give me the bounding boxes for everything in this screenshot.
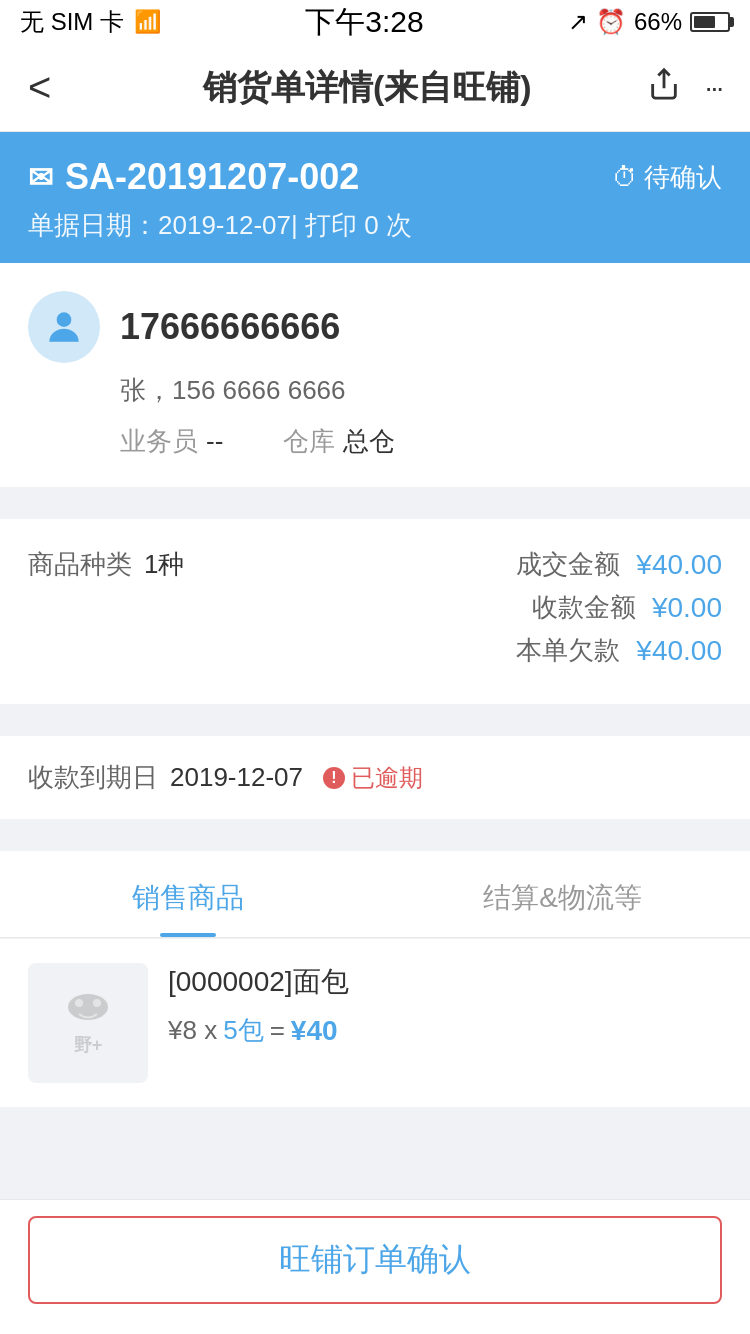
goods-types-container: 商品种类 1种 — [28, 547, 184, 582]
customer-phone: 17666666666 — [120, 306, 340, 348]
svg-point-1 — [57, 312, 72, 327]
order-icon: ✉ — [28, 160, 53, 195]
overdue-badge: ! 已逾期 — [323, 762, 423, 794]
status-left: 无 SIM 卡 📶 — [20, 6, 161, 38]
svg-point-3 — [75, 999, 83, 1007]
svg-point-4 — [93, 999, 101, 1007]
received-amount-value: ¥0.00 — [652, 592, 722, 624]
product-total: ¥40 — [291, 1015, 338, 1047]
tabs-row: 销售商品 结算&物流等 — [0, 851, 750, 938]
product-item: 野+ [0000002]面包 ¥8 x 5包 = ¥40 — [28, 963, 722, 1083]
status-bar: 无 SIM 卡 📶 下午3:28 ↗ ⏰ 66% — [0, 0, 750, 44]
status-right: ↗ ⏰ 66% — [568, 8, 730, 36]
nav-bar: < 销货单详情(来自旺铺) ··· — [0, 44, 750, 132]
salesperson-value: -- — [206, 426, 223, 457]
due-date-value: 2019-12-07 — [170, 762, 303, 793]
order-header: ✉ SA-20191207-002 ⏱ 待确认 单据日期：2019-12-07|… — [0, 132, 750, 263]
wifi-icon: 📶 — [134, 9, 161, 35]
product-name: [0000002]面包 — [168, 963, 722, 1001]
tabs-section: 销售商品 结算&物流等 — [0, 851, 750, 938]
svg-point-2 — [68, 994, 108, 1020]
battery-label: 66% — [634, 8, 682, 36]
amounts-container: 成交金额 ¥40.00 收款金额 ¥0.00 本单欠款 ¥40.00 — [516, 547, 722, 676]
customer-row: 17666666666 — [28, 291, 722, 363]
confirm-wangpu-button[interactable]: 旺铺订单确认 — [28, 1216, 722, 1304]
owed-amount-row: 本单欠款 ¥40.00 — [516, 633, 722, 668]
tab-sales-goods[interactable]: 销售商品 — [0, 851, 375, 937]
overdue-dot-icon: ! — [323, 767, 345, 789]
salesperson-label: 业务员 — [120, 424, 198, 459]
summary-section: 商品种类 1种 成交金额 ¥40.00 收款金额 ¥0.00 本单欠款 ¥40.… — [0, 519, 750, 704]
thumb-plus-label: 野+ — [74, 1033, 103, 1057]
salesperson-item: 业务员 -- — [120, 424, 223, 459]
transaction-amount-row: 成交金额 ¥40.00 — [516, 547, 722, 582]
divider-2 — [0, 704, 750, 720]
product-section: 野+ [0000002]面包 ¥8 x 5包 = ¥40 — [0, 939, 750, 1107]
share-icon[interactable] — [647, 67, 681, 109]
product-qty: 5包 — [223, 1013, 263, 1048]
warehouse-label: 仓库 — [283, 424, 335, 459]
product-thumbnail: 野+ — [28, 963, 148, 1083]
order-date-row: 单据日期：2019-12-07| 打印 0 次 — [28, 208, 722, 243]
warehouse-item: 仓库 总仓 — [283, 424, 395, 459]
alarm-icon: ⏰ — [596, 8, 626, 36]
tab-settlement[interactable]: 结算&物流等 — [375, 851, 750, 937]
avatar — [28, 291, 100, 363]
customer-name: 张，156 6666 6666 — [120, 373, 722, 408]
page-title: 销货单详情(来自旺铺) — [88, 65, 647, 111]
order-id: ✉ SA-20191207-002 — [28, 156, 359, 198]
order-id-row: ✉ SA-20191207-002 ⏱ 待确认 — [28, 156, 722, 198]
received-amount-row: 收款金额 ¥0.00 — [516, 590, 722, 625]
more-button[interactable]: ··· — [705, 72, 722, 104]
summary-row: 商品种类 1种 成交金额 ¥40.00 收款金额 ¥0.00 本单欠款 ¥40.… — [28, 547, 722, 676]
goods-types-label: 商品种类 — [28, 547, 132, 582]
product-info: [0000002]面包 ¥8 x 5包 = ¥40 — [168, 963, 722, 1048]
product-price-row: ¥8 x 5包 = ¥40 — [168, 1013, 722, 1048]
customer-meta: 业务员 -- 仓库 总仓 — [120, 424, 722, 459]
due-section: 收款到期日 2019-12-07 ! 已逾期 — [0, 736, 750, 819]
divider-3 — [0, 819, 750, 835]
carrier-label: 无 SIM 卡 — [20, 6, 124, 38]
nav-actions: ··· — [647, 67, 722, 109]
received-amount-label: 收款金额 — [532, 590, 636, 625]
product-thumb-inner: 野+ — [62, 989, 114, 1057]
owed-amount-label: 本单欠款 — [516, 633, 620, 668]
transaction-amount-label: 成交金额 — [516, 547, 620, 582]
back-button[interactable]: < — [28, 65, 88, 110]
order-status: ⏱ 待确认 — [612, 160, 722, 195]
divider-1 — [0, 487, 750, 503]
warehouse-value: 总仓 — [343, 424, 395, 459]
transaction-amount-value: ¥40.00 — [636, 549, 722, 581]
goods-types-value: 1种 — [144, 547, 184, 582]
location-icon: ↗ — [568, 8, 588, 36]
owed-amount-value: ¥40.00 — [636, 635, 722, 667]
due-label: 收款到期日 — [28, 760, 158, 795]
battery-icon — [690, 12, 730, 32]
customer-section: 17666666666 张，156 6666 6666 业务员 -- 仓库 总仓 — [0, 263, 750, 487]
time-label: 下午3:28 — [305, 2, 423, 43]
status-clock-icon: ⏱ — [612, 162, 638, 193]
bottom-bar: 旺铺订单确认 — [0, 1199, 750, 1334]
